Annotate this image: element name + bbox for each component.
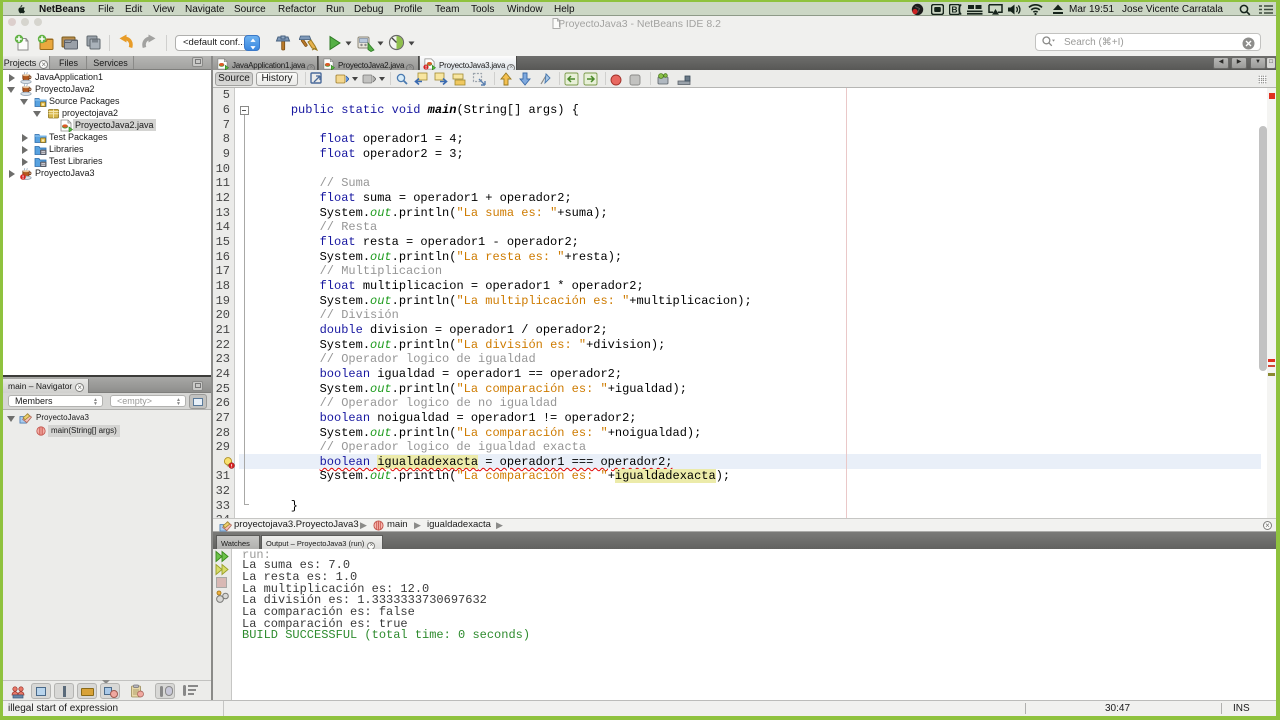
svg-text:B: B — [951, 5, 957, 15]
